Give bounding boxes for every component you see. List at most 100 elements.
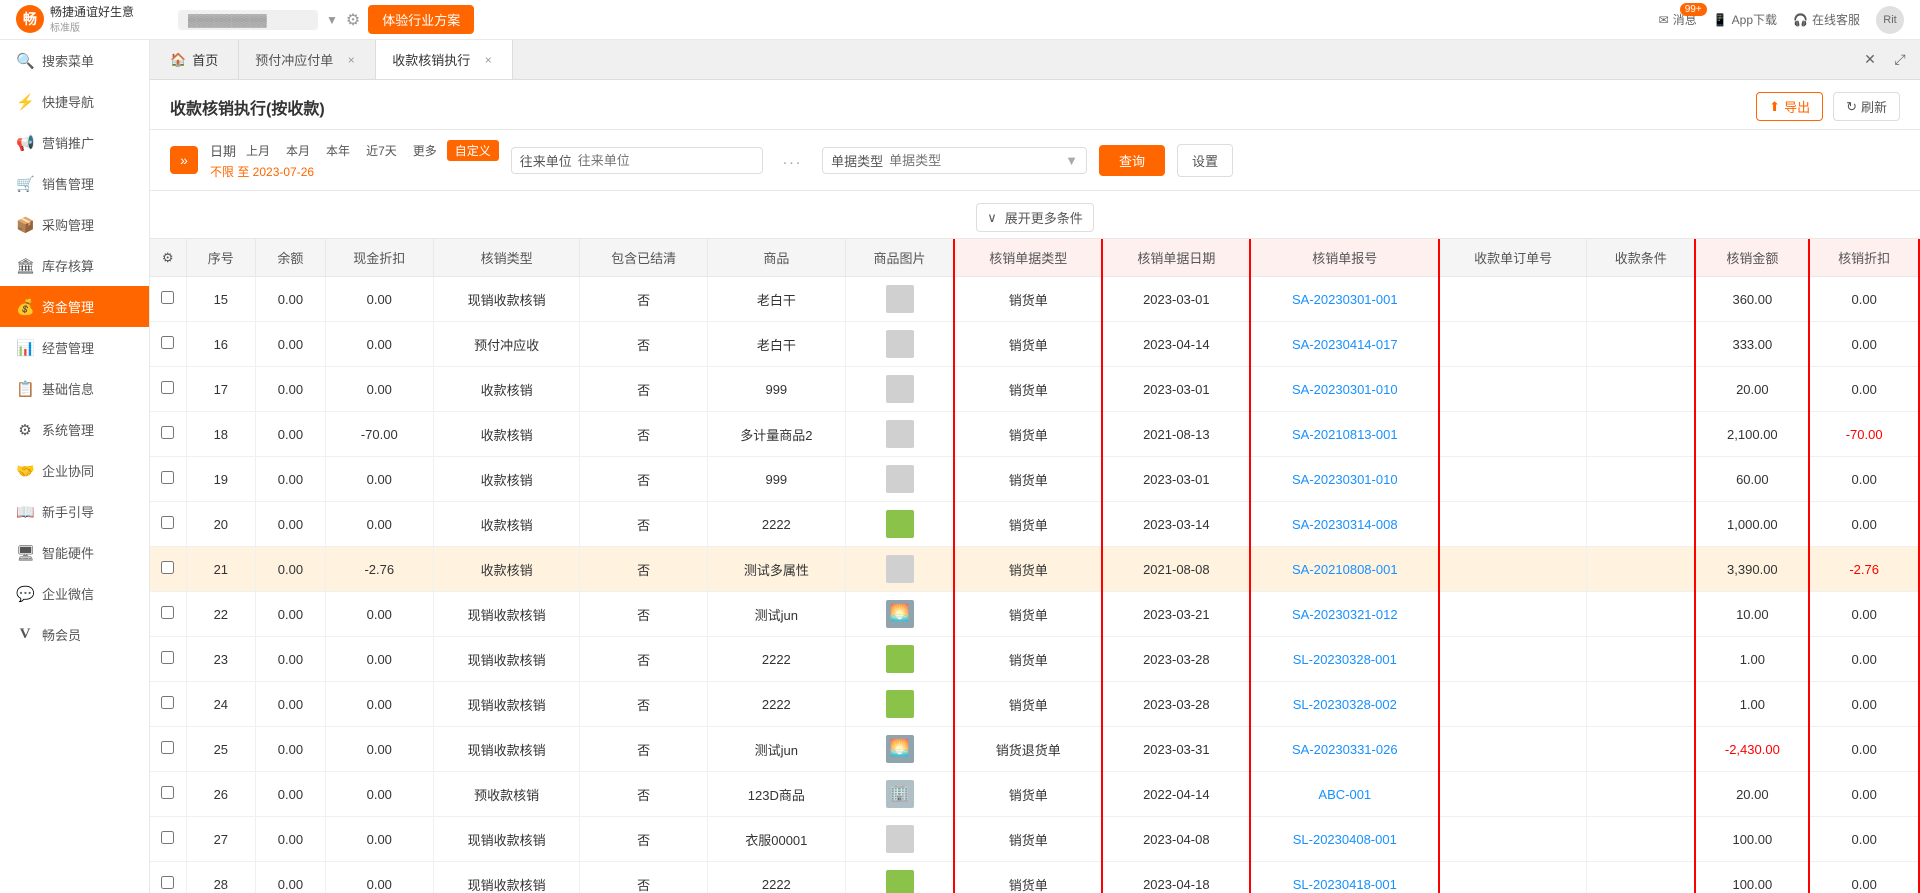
row-checkbox[interactable] [161, 561, 174, 574]
doc-no-link[interactable]: SL-20230408-001 [1293, 832, 1397, 847]
cell-product-img: 🏢 [845, 772, 954, 817]
sidebar-item-search[interactable]: 🔍 搜索菜单 [0, 40, 149, 81]
industry-btn[interactable]: 体验行业方案 [368, 5, 474, 34]
cell-gear[interactable] [150, 817, 186, 862]
date-opt-more[interactable]: 更多 [407, 140, 443, 161]
query-button[interactable]: 查询 [1099, 145, 1165, 176]
sidebar-label-purchase: 采购管理 [42, 215, 94, 234]
expand-more-btn[interactable]: ∨ 展开更多条件 [976, 203, 1094, 232]
tab-verify-close[interactable]: × [480, 52, 496, 68]
cell-verify-amount: 100.00 [1695, 817, 1809, 862]
voucher-type-dropdown-icon[interactable]: ▼ [1065, 153, 1078, 168]
doc-no-link[interactable]: SA-20210813-001 [1292, 427, 1398, 442]
row-checkbox[interactable] [161, 381, 174, 394]
sidebar-item-finance[interactable]: 💰 资金管理 [0, 286, 149, 327]
sidebar-item-member[interactable]: V 畅会员 [0, 614, 149, 655]
date-opt-custom[interactable]: 自定义 [447, 140, 499, 161]
cell-gear[interactable] [150, 682, 186, 727]
row-checkbox[interactable] [161, 606, 174, 619]
sidebar-item-system[interactable]: ⚙ 系统管理 [0, 409, 149, 450]
cell-gear[interactable] [150, 592, 186, 637]
cell-gear[interactable] [150, 277, 186, 322]
doc-no-link[interactable]: SA-20230301-001 [1292, 292, 1398, 307]
cell-gear[interactable] [150, 457, 186, 502]
cell-gear[interactable] [150, 862, 186, 893]
message-btn[interactable]: ✉ 消息 99+ [1659, 11, 1697, 28]
voucher-type-input[interactable] [889, 153, 1065, 168]
tab-verify[interactable]: 收款核销执行 × [376, 40, 513, 79]
sidebar-item-marketing[interactable]: 📢 营销推广 [0, 122, 149, 163]
doc-no-link[interactable]: SA-20230331-026 [1292, 742, 1398, 757]
cell-gear[interactable] [150, 547, 186, 592]
cell-doc-date: 2023-03-28 [1102, 682, 1250, 727]
sidebar-item-quicknav[interactable]: ⚡ 快捷导航 [0, 81, 149, 122]
filter-expand-arrow[interactable]: » [170, 146, 198, 174]
gear-icon[interactable]: ⚙ [346, 10, 360, 30]
company-name[interactable]: ▓▓▓▓▓▓▓▓▓ [178, 10, 318, 30]
settings-button[interactable]: 设置 [1177, 144, 1233, 177]
row-checkbox[interactable] [161, 516, 174, 529]
refresh-button[interactable]: ↻ 刷新 [1833, 92, 1900, 121]
cell-gear[interactable] [150, 502, 186, 547]
sidebar-item-basic[interactable]: 📋 基础信息 [0, 368, 149, 409]
col-gear[interactable]: ⚙ [150, 239, 186, 277]
row-checkbox[interactable] [161, 876, 174, 889]
date-opt-thisyear[interactable]: 本年 [320, 140, 356, 161]
cell-doc-date: 2023-03-01 [1102, 277, 1250, 322]
table-row: 15 0.00 0.00 现销收款核销 否 老白干 销货单 2023-03-01… [150, 277, 1919, 322]
row-checkbox[interactable] [161, 291, 174, 304]
sidebar-item-guide[interactable]: 📖 新手引导 [0, 491, 149, 532]
sidebar-label-hardware: 智能硬件 [42, 543, 94, 562]
avatar[interactable]: Rit [1876, 6, 1904, 34]
online-service-btn[interactable]: 🎧 在线客服 [1793, 11, 1860, 28]
sidebar-item-hardware[interactable]: 🖥 智能硬件 [0, 532, 149, 573]
doc-no-link[interactable]: SA-20230301-010 [1292, 472, 1398, 487]
tab-prepay[interactable]: 预付冲应付单 × [239, 40, 376, 79]
doc-no-link[interactable]: SL-20230418-001 [1293, 877, 1397, 892]
row-checkbox[interactable] [161, 831, 174, 844]
row-checkbox[interactable] [161, 336, 174, 349]
row-checkbox[interactable] [161, 786, 174, 799]
partner-input[interactable] [578, 153, 754, 168]
sidebar-item-operations[interactable]: 📊 经营管理 [0, 327, 149, 368]
row-checkbox[interactable] [161, 471, 174, 484]
doc-no-link[interactable]: SA-20230314-008 [1292, 517, 1398, 532]
row-checkbox[interactable] [161, 741, 174, 754]
row-checkbox[interactable] [161, 426, 174, 439]
doc-no-link[interactable]: ABC-001 [1318, 787, 1371, 802]
app-download-btn[interactable]: 📱 App下载 [1713, 11, 1777, 28]
export-button[interactable]: ⬆ 导出 [1756, 92, 1823, 121]
dropdown-icon[interactable]: ▼ [326, 13, 338, 27]
row-checkbox[interactable] [161, 651, 174, 664]
cell-gear[interactable] [150, 637, 186, 682]
doc-no-link[interactable]: SA-20230301-010 [1292, 382, 1398, 397]
tab-prepay-close[interactable]: × [343, 52, 359, 68]
cell-doc-no: ABC-001 [1250, 772, 1439, 817]
sidebar-item-purchase[interactable]: 📦 采购管理 [0, 204, 149, 245]
tab-close-all-btn[interactable]: ✕ [1858, 48, 1882, 72]
row-checkbox[interactable] [161, 696, 174, 709]
tab-expand-btn[interactable]: ⤢ [1888, 48, 1912, 72]
date-opt-7days[interactable]: 近7天 [360, 140, 403, 161]
doc-no-link[interactable]: SA-20210808-001 [1292, 562, 1398, 577]
date-opt-thismonth[interactable]: 本月 [280, 140, 316, 161]
doc-no-link[interactable]: SA-20230414-017 [1292, 337, 1398, 352]
cell-gear[interactable] [150, 727, 186, 772]
tab-home[interactable]: 🏠 首页 [150, 40, 239, 79]
cell-cash-discount: 0.00 [325, 322, 433, 367]
sidebar-item-wechat[interactable]: 💬 企业微信 [0, 573, 149, 614]
doc-no-link[interactable]: SL-20230328-001 [1293, 652, 1397, 667]
cell-gear[interactable] [150, 322, 186, 367]
doc-no-link[interactable]: SA-20230321-012 [1292, 607, 1398, 622]
sidebar-item-inventory[interactable]: 🏛 库存核算 [0, 245, 149, 286]
table-area[interactable]: ⚙ 序号 余额 现金折扣 核销类型 包含已结清 商品 商品图片 核销单据类型 核… [150, 239, 1920, 893]
doc-no-link[interactable]: SL-20230328-002 [1293, 697, 1397, 712]
cell-product: 2222 [707, 637, 845, 682]
cell-gear[interactable] [150, 412, 186, 457]
sidebar-item-sales[interactable]: 🛒 销售管理 [0, 163, 149, 204]
cell-gear[interactable] [150, 772, 186, 817]
date-opt-lastmonth[interactable]: 上月 [240, 140, 276, 161]
sidebar-item-collab[interactable]: 🤝 企业协同 [0, 450, 149, 491]
cell-verify-discount: 0.00 [1809, 817, 1919, 862]
cell-gear[interactable] [150, 367, 186, 412]
